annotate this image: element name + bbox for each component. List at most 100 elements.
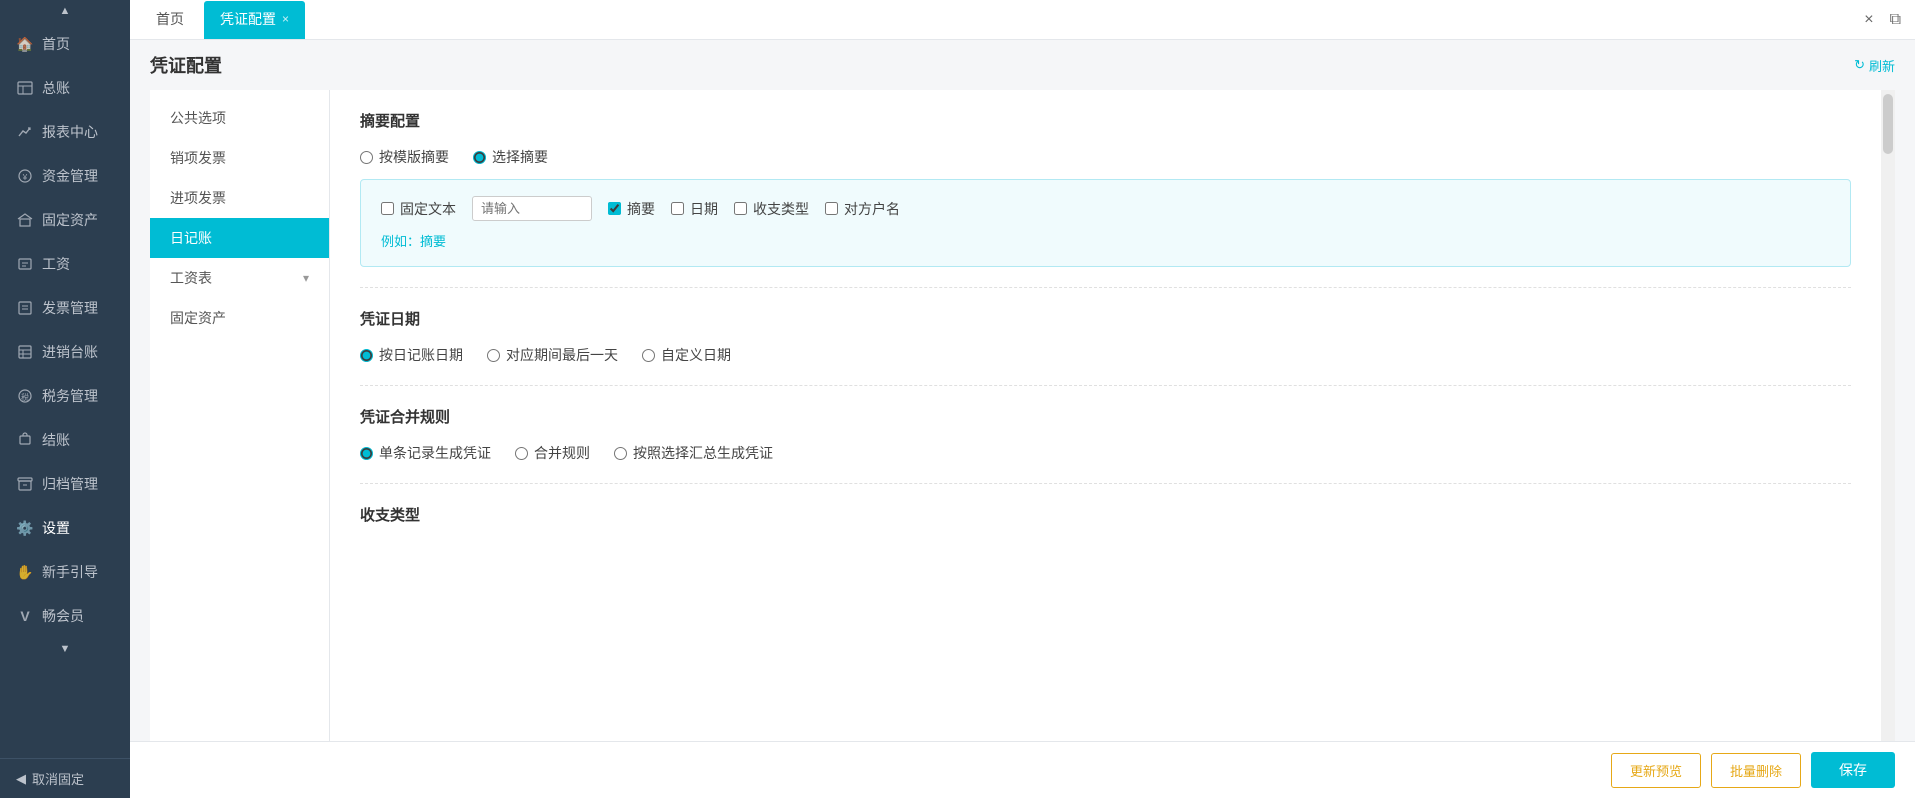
nav-item-fixed-assets[interactable]: 固定资产 — [150, 298, 329, 338]
sidebar-item-close[interactable]: 结账 — [0, 418, 130, 462]
summary-checkbox-row: 固定文本 摘要 日期 — [381, 196, 1830, 221]
nav-item-purchase-invoice-label: 进项发票 — [170, 188, 226, 208]
sidebar-item-tax[interactable]: 税 税务管理 — [0, 374, 130, 418]
radio-by-journal-date-input[interactable] — [360, 349, 373, 362]
sidebar-item-guide[interactable]: ✋ 新手引导 — [0, 550, 130, 594]
tab-voucher-config[interactable]: 凭证配置 × — [204, 1, 305, 39]
checkbox-counterpart[interactable]: 对方户名 — [825, 199, 900, 219]
nav-item-purchase-invoice[interactable]: 进项发票 — [150, 178, 329, 218]
refresh-icon: ↻ — [1854, 57, 1865, 73]
ledger-icon — [16, 79, 34, 97]
sidebar-item-label: 总账 — [42, 78, 70, 98]
checkbox-fixed-text-label: 固定文本 — [400, 199, 456, 219]
update-preview-button[interactable]: 更新预览 — [1611, 753, 1701, 788]
sidebar-scroll-down[interactable]: ▼ — [0, 638, 130, 660]
sidebar-item-home[interactable]: 🏠 首页 — [0, 22, 130, 66]
tab-restore-button[interactable]: ⧉ — [1886, 9, 1905, 31]
svg-text:¥: ¥ — [22, 173, 28, 182]
section-merge-rules: 凭证合并规则 单条记录生成凭证 合并规则 — [360, 406, 1851, 484]
body-layout: 公共选项 销项发票 进项发票 日记账 工资表 ▾ 固定资产 — [130, 78, 1915, 741]
radio-custom-date-input[interactable] — [642, 349, 655, 362]
radio-by-selection-input[interactable] — [614, 447, 627, 460]
sidebar-item-ledger[interactable]: 总账 — [0, 66, 130, 110]
archive-icon — [16, 475, 34, 493]
nav-item-sales-invoice[interactable]: 销项发票 — [150, 138, 329, 178]
assets-icon — [16, 211, 34, 229]
sidebar-item-label: 报表中心 — [42, 122, 98, 142]
checkbox-date-input[interactable] — [671, 202, 684, 215]
checkbox-date-label: 日期 — [690, 199, 718, 219]
sidebar-item-invoice-mgmt[interactable]: 发票管理 — [0, 286, 130, 330]
checkbox-fixed-text[interactable]: 固定文本 — [381, 199, 456, 219]
content-area: 凭证配置 ↻ 刷新 公共选项 销项发票 进项发票 日记账 — [130, 40, 1915, 798]
sidebar-item-label: 畅会员 — [42, 606, 84, 626]
sidebar-item-archive[interactable]: 归档管理 — [0, 462, 130, 506]
section-title-voucher-date: 凭证日期 — [360, 308, 1851, 329]
checkbox-counterpart-input[interactable] — [825, 202, 838, 215]
sidebar-item-member[interactable]: V 畅会员 — [0, 594, 130, 638]
radio-single-record[interactable]: 单条记录生成凭证 — [360, 443, 491, 463]
radio-merge-rule[interactable]: 合并规则 — [515, 443, 590, 463]
sidebar-item-payroll[interactable]: 工资 — [0, 242, 130, 286]
refresh-button[interactable]: ↻ 刷新 — [1854, 56, 1895, 75]
radio-single-record-input[interactable] — [360, 447, 373, 460]
sidebar-item-label: 归档管理 — [42, 474, 98, 494]
sidebar-item-label: 首页 — [42, 34, 70, 54]
merge-rules-radio-group: 单条记录生成凭证 合并规则 按照选择汇总生成凭证 — [360, 443, 1851, 463]
checkbox-income-type[interactable]: 收支类型 — [734, 199, 809, 219]
sidebar-scroll-up[interactable]: ▲ — [0, 0, 130, 22]
scrollbar-track[interactable] — [1881, 90, 1895, 741]
checkbox-fixed-text-input[interactable] — [381, 202, 394, 215]
sidebar-item-label: 结账 — [42, 430, 70, 450]
tab-close-button[interactable]: × — [282, 12, 289, 26]
tab-close-window-button[interactable]: × — [1860, 9, 1877, 31]
checkbox-summary[interactable]: 摘要 — [608, 199, 655, 219]
bottom-bar: 更新预览 批量删除 保存 — [130, 741, 1915, 798]
summary-config-box: 固定文本 摘要 日期 — [360, 179, 1851, 267]
radio-last-day-input[interactable] — [487, 349, 500, 362]
radio-merge-rule-input[interactable] — [515, 447, 528, 460]
nav-item-public[interactable]: 公共选项 — [150, 98, 329, 138]
invoice-mgmt-icon — [16, 299, 34, 317]
radio-by-selection-label: 按照选择汇总生成凭证 — [633, 443, 773, 463]
radio-select-summary[interactable]: 选择摘要 — [473, 147, 548, 167]
sidebar-item-label: 资金管理 — [42, 166, 98, 186]
nav-item-journal[interactable]: 日记账 — [150, 218, 329, 258]
radio-template-summary[interactable]: 按模版摘要 — [360, 147, 449, 167]
sidebar-item-settings[interactable]: ⚙️ 设置 — [0, 506, 130, 550]
radio-custom-date-label: 自定义日期 — [661, 345, 731, 365]
tab-home[interactable]: 首页 — [140, 1, 200, 39]
checkbox-income-type-input[interactable] — [734, 202, 747, 215]
sidebar-item-assets[interactable]: 固定资产 — [0, 198, 130, 242]
radio-by-selection[interactable]: 按照选择汇总生成凭证 — [614, 443, 773, 463]
sidebar-item-finance[interactable]: ¥ 资金管理 — [0, 154, 130, 198]
finance-icon: ¥ — [16, 167, 34, 185]
radio-merge-rule-label: 合并规则 — [534, 443, 590, 463]
radio-template-input[interactable] — [360, 151, 373, 164]
pin-icon: ◀ — [16, 771, 26, 787]
radio-custom-date[interactable]: 自定义日期 — [642, 345, 731, 365]
radio-select-input[interactable] — [473, 151, 486, 164]
save-button[interactable]: 保存 — [1811, 752, 1895, 788]
section-voucher-date: 凭证日期 按日记账日期 对应期间最后一天 — [360, 308, 1851, 386]
batch-delete-button[interactable]: 批量删除 — [1711, 753, 1801, 788]
section-summary-config: 摘要配置 按模版摘要 选择摘要 — [360, 110, 1851, 288]
sidebar-unpin-button[interactable]: ◀ 取消固定 — [0, 758, 130, 798]
sidebar-item-reports[interactable]: 报表中心 — [0, 110, 130, 154]
left-nav: 公共选项 销项发票 进项发票 日记账 工资表 ▾ 固定资产 — [150, 90, 330, 741]
radio-last-day[interactable]: 对应期间最后一天 — [487, 345, 618, 365]
main-area: 首页 凭证配置 × × ⧉ 凭证配置 ↻ 刷新 公共选项 — [130, 0, 1915, 798]
fixed-text-input[interactable] — [472, 196, 592, 221]
scrollbar-thumb[interactable] — [1883, 94, 1893, 154]
section-income-type: 收支类型 — [360, 504, 1851, 561]
nav-item-payroll-table[interactable]: 工资表 ▾ — [150, 258, 329, 298]
checkbox-summary-input[interactable] — [608, 202, 621, 215]
radio-by-journal-date[interactable]: 按日记账日期 — [360, 345, 463, 365]
sidebar-item-sales-ledger[interactable]: 进销台账 — [0, 330, 130, 374]
sales-ledger-icon — [16, 343, 34, 361]
sidebar-item-label: 发票管理 — [42, 298, 98, 318]
page-title: 凭证配置 — [150, 52, 222, 78]
nav-item-fixed-assets-label: 固定资产 — [170, 308, 226, 328]
voucher-date-radio-group: 按日记账日期 对应期间最后一天 自定义日期 — [360, 345, 1851, 365]
checkbox-date[interactable]: 日期 — [671, 199, 718, 219]
